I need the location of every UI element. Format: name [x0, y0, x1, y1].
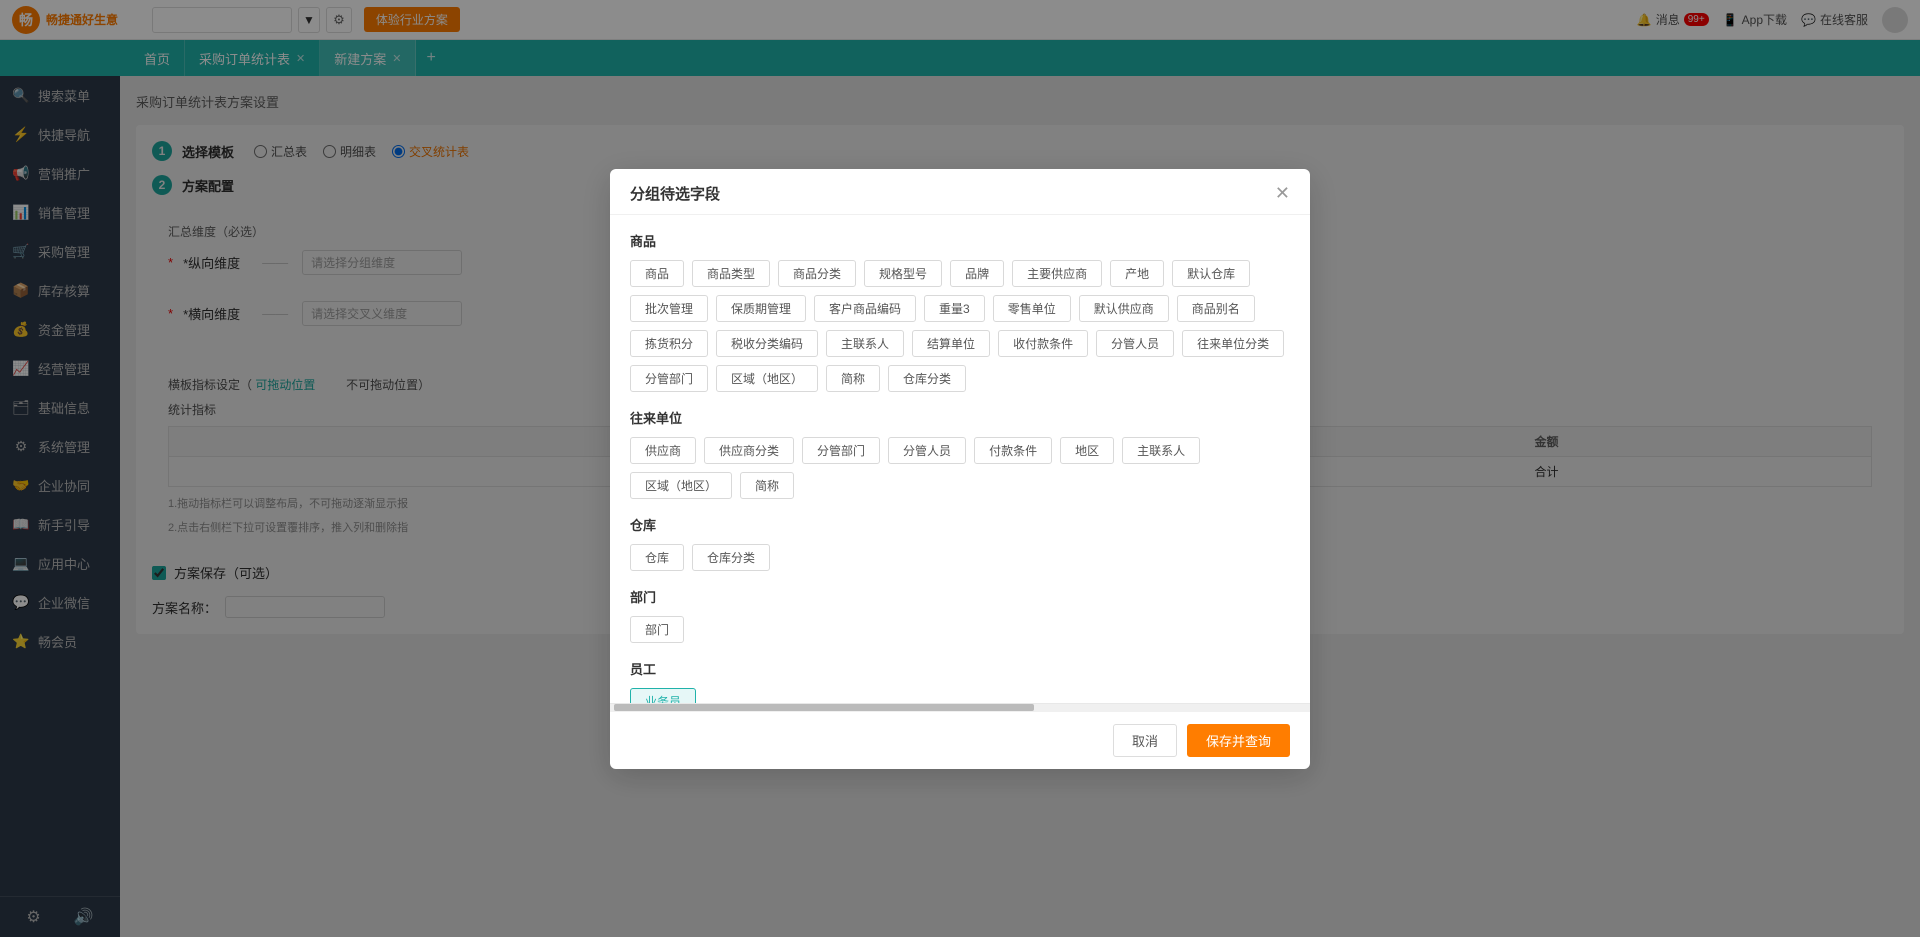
field-tag-customer-code[interactable]: 客户商品编码 — [814, 295, 916, 322]
field-tag-retail-unit[interactable]: 零售单位 — [993, 295, 1071, 322]
modal-overlay: 分组待选字段 ✕ 商品 商品 商品类型 商品分类 规格型号 品牌 主要供应商 产… — [0, 0, 1920, 937]
field-tag-warehouse-category[interactable]: 仓库分类 — [692, 544, 770, 571]
field-tag-warehouse-cat[interactable]: 仓库分类 — [888, 365, 966, 392]
field-tag-supplier-cat[interactable]: 供应商分类 — [704, 437, 794, 464]
field-tag-origin[interactable]: 产地 — [1110, 260, 1164, 287]
section-goods-tags: 商品 商品类型 商品分类 规格型号 品牌 主要供应商 产地 默认仓库 批次管理 … — [630, 260, 1290, 392]
field-tag-abbr[interactable]: 简称 — [826, 365, 880, 392]
field-tag-salesperson[interactable]: 业务员 — [630, 688, 696, 703]
field-tag-goods-type[interactable]: 商品类型 — [692, 260, 770, 287]
field-tag-weight3[interactable]: 重量3 — [924, 295, 985, 322]
modal-body: 商品 商品 商品类型 商品分类 规格型号 品牌 主要供应商 产地 默认仓库 批次… — [610, 215, 1310, 703]
field-tag-picking-points[interactable]: 拣货积分 — [630, 330, 708, 357]
section-warehouse-title: 仓库 — [630, 515, 1290, 534]
modal-cancel-button[interactable]: 取消 — [1113, 724, 1177, 757]
field-tag-main-contact[interactable]: 主联系人 — [826, 330, 904, 357]
field-tag-partner-supervisor[interactable]: 分管人员 — [888, 437, 966, 464]
field-tag-payment-terms[interactable]: 收付款条件 — [998, 330, 1088, 357]
section-partner: 往来单位 供应商 供应商分类 分管部门 分管人员 付款条件 地区 主联系人 区域… — [630, 408, 1290, 499]
section-employee-title: 员工 — [630, 659, 1290, 678]
field-tag-settlement-unit[interactable]: 结算单位 — [912, 330, 990, 357]
field-tag-region[interactable]: 区域（地区） — [716, 365, 818, 392]
field-tag-goods[interactable]: 商品 — [630, 260, 684, 287]
section-partner-tags: 供应商 供应商分类 分管部门 分管人员 付款条件 地区 主联系人 区域（地区） … — [630, 437, 1290, 499]
field-tag-expiry-mgmt[interactable]: 保质期管理 — [716, 295, 806, 322]
section-department: 部门 部门 — [630, 587, 1290, 643]
field-tag-goods-alias[interactable]: 商品别名 — [1177, 295, 1255, 322]
section-goods-title: 商品 — [630, 231, 1290, 250]
field-tag-department[interactable]: 部门 — [630, 616, 684, 643]
section-goods: 商品 商品 商品类型 商品分类 规格型号 品牌 主要供应商 产地 默认仓库 批次… — [630, 231, 1290, 392]
field-tag-area[interactable]: 地区 — [1060, 437, 1114, 464]
field-tag-default-warehouse[interactable]: 默认仓库 — [1172, 260, 1250, 287]
field-tag-default-supplier[interactable]: 默认供应商 — [1079, 295, 1169, 322]
field-tag-partner-abbr[interactable]: 简称 — [740, 472, 794, 499]
modal-title: 分组待选字段 — [630, 183, 720, 204]
field-tag-batch-mgmt[interactable]: 批次管理 — [630, 295, 708, 322]
field-tag-tax-code[interactable]: 税收分类编码 — [716, 330, 818, 357]
section-department-title: 部门 — [630, 587, 1290, 606]
section-partner-title: 往来单位 — [630, 408, 1290, 427]
modal-header: 分组待选字段 ✕ — [610, 169, 1310, 215]
field-tag-goods-category[interactable]: 商品分类 — [778, 260, 856, 287]
field-tag-partner-dept[interactable]: 分管部门 — [802, 437, 880, 464]
field-tag-brand[interactable]: 品牌 — [950, 260, 1004, 287]
modal-close-button[interactable]: ✕ — [1275, 184, 1290, 202]
field-tag-payment-condition[interactable]: 付款条件 — [974, 437, 1052, 464]
section-warehouse-tags: 仓库 仓库分类 — [630, 544, 1290, 571]
field-tag-main-supplier[interactable]: 主要供应商 — [1012, 260, 1102, 287]
field-tag-dept[interactable]: 分管部门 — [630, 365, 708, 392]
section-employee: 员工 业务员 — [630, 659, 1290, 703]
field-tag-supervisor[interactable]: 分管人员 — [1096, 330, 1174, 357]
modal-footer: 取消 保存并查询 — [610, 711, 1310, 769]
modal-save-button[interactable]: 保存并查询 — [1187, 724, 1290, 757]
field-tag-warehouse[interactable]: 仓库 — [630, 544, 684, 571]
field-select-modal: 分组待选字段 ✕ 商品 商品 商品类型 商品分类 规格型号 品牌 主要供应商 产… — [610, 169, 1310, 769]
section-department-tags: 部门 — [630, 616, 1290, 643]
field-tag-supplier[interactable]: 供应商 — [630, 437, 696, 464]
field-tag-spec-model[interactable]: 规格型号 — [864, 260, 942, 287]
field-tag-partner-category[interactable]: 往来单位分类 — [1182, 330, 1284, 357]
field-tag-partner-main-contact[interactable]: 主联系人 — [1122, 437, 1200, 464]
modal-horizontal-scroll[interactable] — [610, 703, 1310, 711]
field-tag-partner-region[interactable]: 区域（地区） — [630, 472, 732, 499]
section-warehouse: 仓库 仓库 仓库分类 — [630, 515, 1290, 571]
section-employee-tags: 业务员 — [630, 688, 1290, 703]
